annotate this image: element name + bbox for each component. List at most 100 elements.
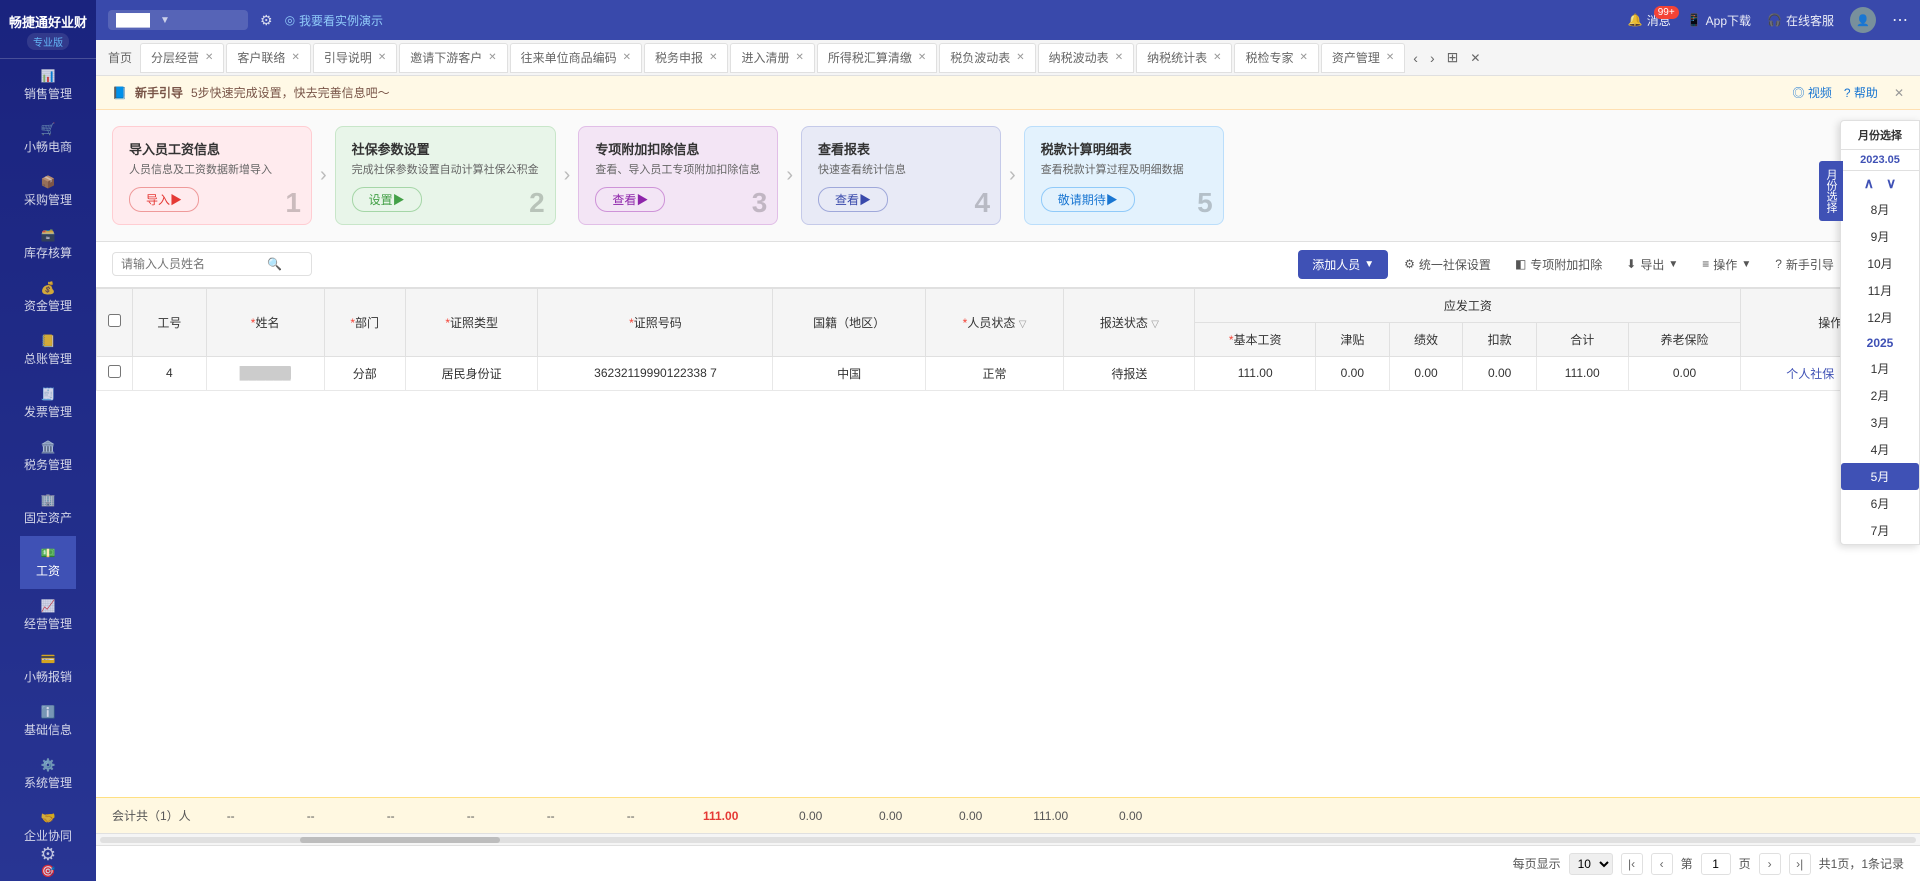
special-deduction-btn[interactable]: ◧ 专项附加扣除 bbox=[1507, 252, 1610, 277]
tab-资产管理[interactable]: 资产管理✕ bbox=[1321, 43, 1405, 73]
guide-close-btn[interactable]: ✕ bbox=[1894, 86, 1904, 100]
sidebar-item-系统管理[interactable]: ⚙️系统管理 bbox=[20, 748, 76, 801]
guide-video-link[interactable]: ◎ 视频 bbox=[1793, 84, 1832, 101]
sidebar-settings-icon[interactable]: ⚙ bbox=[0, 844, 96, 865]
month-item-9月[interactable]: 9月 bbox=[1841, 223, 1919, 250]
tab-税务申报[interactable]: 税务申报✕ bbox=[644, 43, 728, 73]
tab-close-icon[interactable]: ✕ bbox=[291, 52, 299, 63]
tab-税检专家[interactable]: 税检专家✕ bbox=[1234, 43, 1318, 73]
sidebar-item-经营管理[interactable]: 📈经营管理 bbox=[20, 589, 76, 642]
row-checkbox[interactable] bbox=[108, 365, 121, 378]
operations-btn[interactable]: ≡ 操作 ▼ bbox=[1694, 252, 1759, 277]
first-page-btn[interactable]: |‹ bbox=[1621, 853, 1643, 875]
month-item-12月[interactable]: 12月 bbox=[1841, 304, 1919, 331]
tab-客户联络[interactable]: 客户联络✕ bbox=[226, 43, 310, 73]
sidebar-item-税务管理[interactable]: 🏛️税务管理 bbox=[20, 430, 76, 483]
scroll-track[interactable] bbox=[100, 837, 1916, 843]
month-nav-down[interactable]: ∨ bbox=[1886, 175, 1896, 192]
avatar[interactable]: 👤 bbox=[1850, 7, 1876, 33]
tab-nav-left[interactable]: ‹ bbox=[1407, 50, 1424, 66]
next-page-btn[interactable]: › bbox=[1759, 853, 1781, 875]
page-number-input[interactable] bbox=[1701, 853, 1731, 875]
report-filter-icon[interactable]: ▽ bbox=[1151, 319, 1159, 330]
user-selector[interactable]: ████ ▼ bbox=[108, 10, 248, 30]
sidebar-item-基础信息[interactable]: ℹ️基础信息 bbox=[20, 695, 76, 748]
unified-settings-btn[interactable]: ⚙ 统一社保设置 bbox=[1396, 252, 1499, 277]
app-download-btn[interactable]: 📱 App下载 bbox=[1687, 12, 1751, 29]
tab-进入清册[interactable]: 进入清册✕ bbox=[730, 43, 814, 73]
select-all-checkbox[interactable] bbox=[108, 314, 121, 327]
expand-btn[interactable]: ⋯ bbox=[1892, 10, 1908, 30]
wizard-step-btn-5[interactable]: 敬请期待▶ bbox=[1041, 187, 1135, 212]
sidebar-item-小畅电商[interactable]: 🛒小畅电商 bbox=[20, 112, 76, 165]
month-item-6月[interactable]: 6月 bbox=[1841, 490, 1919, 517]
export-btn[interactable]: ⬇ 导出 ▼ bbox=[1618, 252, 1686, 277]
tab-引导说明[interactable]: 引导说明✕ bbox=[313, 43, 397, 73]
search-icon[interactable]: 🔍 bbox=[267, 257, 282, 271]
tab-close-icon[interactable]: ✕ bbox=[1213, 52, 1221, 63]
tab-home[interactable]: 首页 bbox=[100, 49, 140, 66]
sidebar-item-资金管理[interactable]: 💰资金管理 bbox=[20, 271, 76, 324]
tab-close-icon[interactable]: ✕ bbox=[1016, 52, 1024, 63]
tab-close-icon[interactable]: ✕ bbox=[378, 52, 386, 63]
tab-close-icon[interactable]: ✕ bbox=[205, 52, 213, 63]
month-item-1月[interactable]: 1月 bbox=[1841, 355, 1919, 382]
sidebar-item-发票管理[interactable]: 🧾发票管理 bbox=[20, 377, 76, 430]
tab-nav-menu[interactable]: ⊞ bbox=[1441, 49, 1465, 66]
sidebar-item-采购管理[interactable]: 📦采购管理 bbox=[20, 165, 76, 218]
tab-纳税波动表[interactable]: 纳税波动表✕ bbox=[1038, 43, 1134, 73]
tab-nav-right[interactable]: › bbox=[1424, 50, 1441, 66]
settings-icon[interactable]: ⚙ bbox=[260, 12, 273, 29]
month-item-11月[interactable]: 11月 bbox=[1841, 277, 1919, 304]
search-input[interactable] bbox=[121, 257, 261, 271]
tab-close-icon[interactable]: ✕ bbox=[918, 52, 926, 63]
wizard-step-btn-4[interactable]: 查看▶ bbox=[818, 187, 888, 212]
tabbar: 首页 分层经营✕客户联络✕引导说明✕邀请下游客户✕往来单位商品编码✕税务申报✕进… bbox=[96, 40, 1920, 76]
sidebar-icon: ℹ️ bbox=[41, 705, 56, 719]
tab-所得税汇算清缴[interactable]: 所得税汇算清缴✕ bbox=[817, 43, 937, 73]
month-item-8月[interactable]: 8月 bbox=[1841, 196, 1919, 223]
tab-close-icon[interactable]: ✕ bbox=[709, 52, 717, 63]
guide-btn[interactable]: ? 新手引导 bbox=[1767, 252, 1842, 277]
month-item-10月[interactable]: 10月 bbox=[1841, 250, 1919, 277]
status-filter-icon[interactable]: ▽ bbox=[1019, 319, 1027, 330]
tab-税负波动表[interactable]: 税负波动表✕ bbox=[939, 43, 1035, 73]
month-panel-tab[interactable]: 月份选择 bbox=[1819, 161, 1843, 221]
wizard-step-btn-3[interactable]: 查看▶ bbox=[595, 187, 665, 212]
tab-close-all[interactable]: ✕ bbox=[1464, 51, 1486, 65]
sidebar-item-库存核算[interactable]: 🗃️库存核算 bbox=[20, 218, 76, 271]
tab-往来单位商品编码[interactable]: 往来单位商品编码✕ bbox=[510, 43, 642, 73]
tab-close-icon[interactable]: ✕ bbox=[488, 52, 496, 63]
tab-close-icon[interactable]: ✕ bbox=[1300, 52, 1308, 63]
tab-纳税统计表[interactable]: 纳税统计表✕ bbox=[1136, 43, 1232, 73]
guide-help-link[interactable]: ? 帮助 bbox=[1844, 84, 1878, 101]
month-item-5月[interactable]: 5月 bbox=[1841, 463, 1919, 490]
personal-insurance-link[interactable]: 个人社保 bbox=[1786, 367, 1834, 381]
tab-close-icon[interactable]: ✕ bbox=[1386, 52, 1394, 63]
month-item-7月[interactable]: 7月 bbox=[1841, 517, 1919, 544]
add-person-button[interactable]: 添加人员 ▼ bbox=[1298, 250, 1388, 279]
sidebar-item-销售管理[interactable]: 📊销售管理 bbox=[20, 59, 76, 112]
sidebar-item-总账管理[interactable]: 📒总账管理 bbox=[20, 324, 76, 377]
wizard-step-btn-2[interactable]: 设置▶ bbox=[352, 187, 422, 212]
sidebar-item-工资[interactable]: 💵工资 bbox=[20, 536, 76, 589]
tab-close-icon[interactable]: ✕ bbox=[795, 52, 803, 63]
tab-分层经营[interactable]: 分层经营✕ bbox=[140, 43, 224, 73]
month-item-4月[interactable]: 4月 bbox=[1841, 436, 1919, 463]
scroll-thumb[interactable] bbox=[300, 837, 500, 843]
wizard-step-btn-1[interactable]: 导入▶ bbox=[129, 187, 199, 212]
month-nav-up[interactable]: ∧ bbox=[1864, 175, 1874, 192]
message-btn[interactable]: 🔔 消息 99+ bbox=[1628, 12, 1671, 29]
sidebar-item-固定资产[interactable]: 🏢固定资产 bbox=[20, 483, 76, 536]
tab-邀请下游客户[interactable]: 邀请下游客户✕ bbox=[399, 43, 507, 73]
prev-page-btn[interactable]: ‹ bbox=[1651, 853, 1673, 875]
month-item-3月[interactable]: 3月 bbox=[1841, 409, 1919, 436]
tab-close-icon[interactable]: ✕ bbox=[1115, 52, 1123, 63]
last-page-btn[interactable]: ›| bbox=[1789, 853, 1811, 875]
online-service-btn[interactable]: 🎧 在线客服 bbox=[1767, 12, 1834, 29]
page-size-select[interactable]: 10 20 50 bbox=[1569, 853, 1613, 875]
sidebar-item-小畅报销[interactable]: 💳小畅报销 bbox=[20, 642, 76, 695]
month-item-2月[interactable]: 2月 bbox=[1841, 382, 1919, 409]
demo-link[interactable]: ◎ 我要看实例演示 bbox=[285, 12, 384, 29]
tab-close-icon[interactable]: ✕ bbox=[623, 52, 631, 63]
